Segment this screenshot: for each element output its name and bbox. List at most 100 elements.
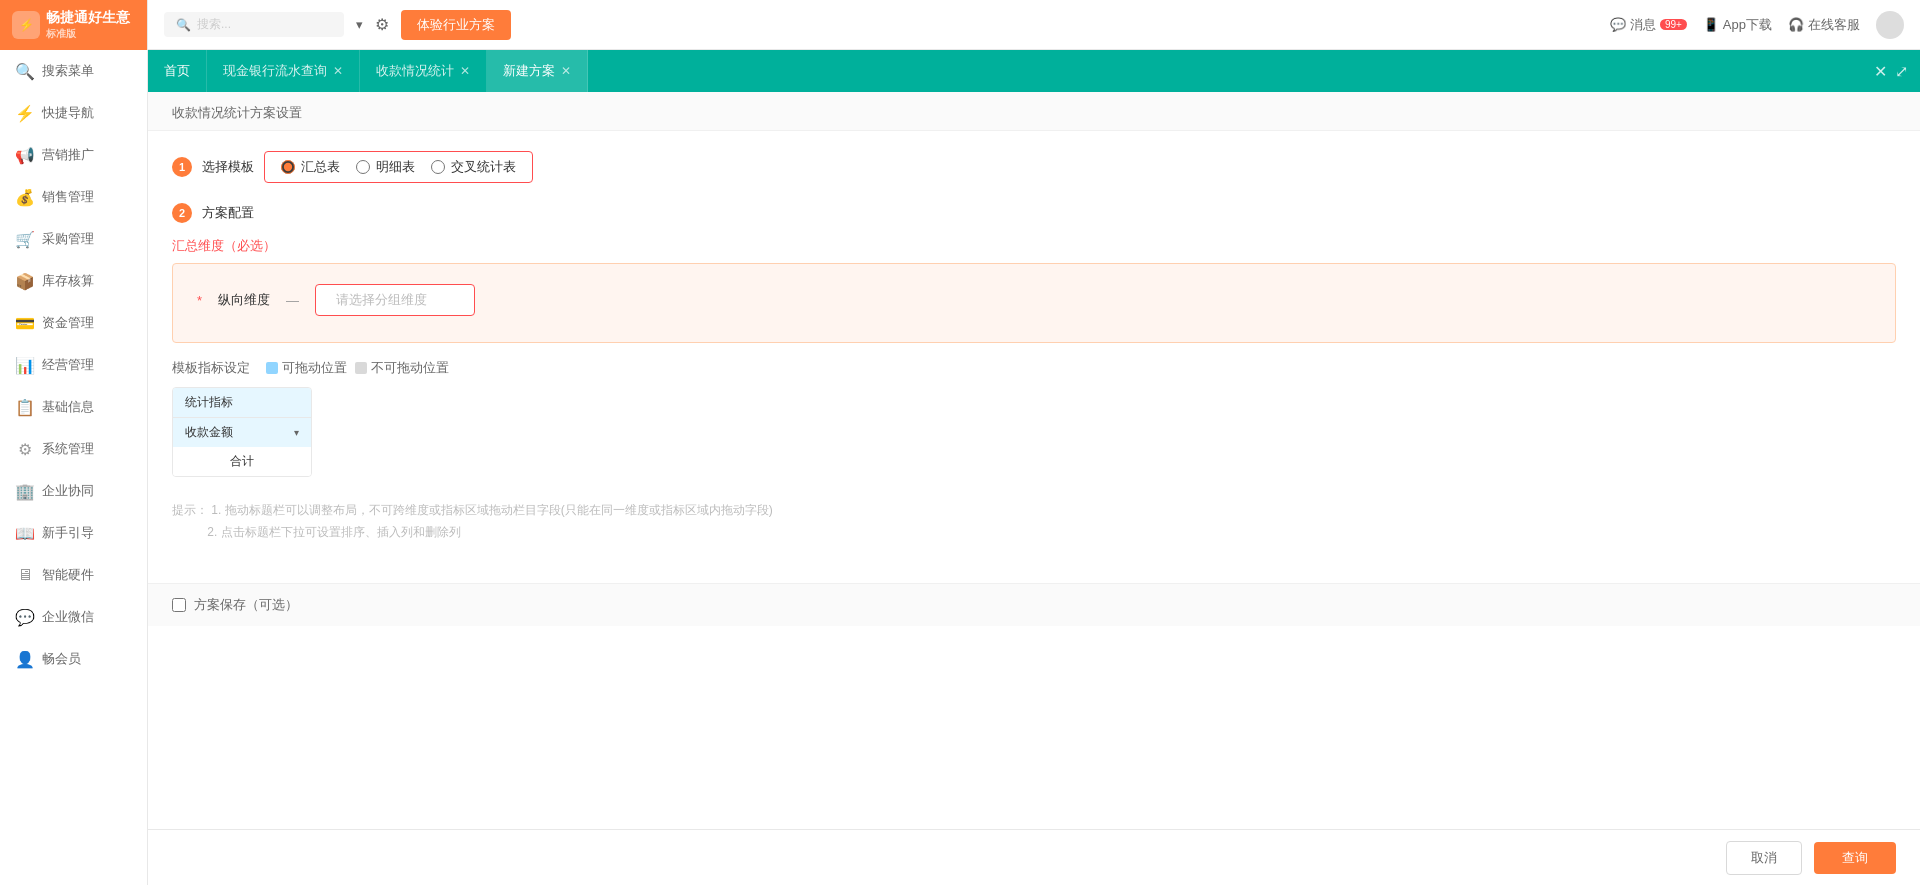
- user-avatar[interactable]: [1876, 11, 1904, 39]
- dimension-area: * 纵向维度 — 请选择分组维度: [172, 263, 1896, 343]
- sidebar-item-finance[interactable]: 💳 资金管理: [0, 302, 147, 344]
- radio-summary[interactable]: 汇总表: [281, 158, 340, 176]
- arrow-icon: —: [286, 293, 299, 308]
- fixed-badge-icon: [355, 362, 367, 374]
- tab-receipt-stats-close[interactable]: ✕: [460, 64, 470, 78]
- operation-icon: 📊: [16, 356, 34, 374]
- sidebar-item-search[interactable]: 🔍 搜索菜单: [0, 50, 147, 92]
- query-button[interactable]: 查询: [1814, 842, 1896, 874]
- breadcrumb: 收款情况统计方案设置: [148, 92, 1920, 131]
- message-btn[interactable]: 💬 消息 99+: [1610, 16, 1687, 34]
- topbar-search[interactable]: 🔍 搜索...: [164, 12, 344, 37]
- main-area: 🔍 搜索... ▾ ⚙ 体验行业方案 💬 消息 99+ 📱 App下载 🎧 在线…: [148, 0, 1920, 885]
- sidebar-item-label: 企业协同: [42, 482, 94, 500]
- guide-icon: 📖: [16, 524, 34, 542]
- cancel-button[interactable]: 取消: [1726, 841, 1802, 875]
- topbar: 🔍 搜索... ▾ ⚙ 体验行业方案 💬 消息 99+ 📱 App下载 🎧 在线…: [148, 0, 1920, 50]
- tab-home[interactable]: 首页: [148, 50, 207, 92]
- sidebar-item-quick-nav[interactable]: ⚡ 快捷导航: [0, 92, 147, 134]
- radio-detail[interactable]: 明细表: [356, 158, 415, 176]
- tab-new-plan-close[interactable]: ✕: [561, 64, 571, 78]
- radio-summary-input[interactable]: [281, 160, 295, 174]
- step2-section: 2 方案配置 汇总维度（必选） * 纵向维度 — 请选择分组维: [172, 203, 1896, 543]
- sidebar-item-label: 智能硬件: [42, 566, 94, 584]
- radio-detail-input[interactable]: [356, 160, 370, 174]
- radio-cross-input[interactable]: [431, 160, 445, 174]
- tab-new-plan[interactable]: 新建方案 ✕: [487, 50, 588, 92]
- tab-bank-flow[interactable]: 现金银行流水查询 ✕: [207, 50, 360, 92]
- save-checkbox[interactable]: [172, 598, 186, 612]
- indicator-row-total-label: 合计: [230, 454, 254, 468]
- breadcrumb-text: 收款情况统计方案设置: [172, 105, 302, 120]
- base-info-icon: 📋: [16, 398, 34, 416]
- tab-receipt-stats[interactable]: 收款情况统计 ✕: [360, 50, 487, 92]
- app-download-btn[interactable]: 📱 App下载: [1703, 16, 1772, 34]
- required-mark: *: [197, 293, 202, 308]
- fixed-legend: 不可拖动位置: [355, 359, 449, 377]
- step2-title: 方案配置: [202, 204, 254, 222]
- indicator-title: 模板指标设定: [172, 359, 250, 377]
- radio-cross[interactable]: 交叉统计表: [431, 158, 516, 176]
- system-icon: ⚙: [16, 440, 34, 458]
- indicator-row-amount[interactable]: 收款金额 ▾: [173, 418, 311, 447]
- dimension-section-title: 汇总维度（必选）: [172, 237, 1896, 255]
- vertical-dim-row: * 纵向维度 — 请选择分组维度: [197, 284, 1871, 316]
- download-icon: 📱: [1703, 17, 1719, 32]
- service-icon: 🎧: [1788, 17, 1804, 32]
- app-edition: 标准版: [46, 27, 130, 41]
- save-label: 方案保存（可选）: [194, 596, 298, 614]
- message-badge: 99+: [1660, 19, 1687, 30]
- sidebar: ⚡ 畅捷通好生意 标准版 🔍 搜索菜单 ⚡ 快捷导航 📢 营销推广 💰 销售管理…: [0, 0, 148, 885]
- tip-2-text: 2. 点击标题栏下拉可设置排序、插入列和删除列: [207, 525, 460, 539]
- sidebar-item-label: 畅会员: [42, 650, 81, 668]
- logo-icon: ⚡: [12, 11, 40, 39]
- sidebar-item-sales[interactable]: 💰 销售管理: [0, 176, 147, 218]
- sidebar-nav: 🔍 搜索菜单 ⚡ 快捷导航 📢 营销推广 💰 销售管理 🛒 采购管理 📦 库存核…: [0, 50, 147, 885]
- member-icon: 👤: [16, 650, 34, 668]
- weixin-icon: 💬: [16, 608, 34, 626]
- sidebar-item-purchase[interactable]: 🛒 采购管理: [0, 218, 147, 260]
- sidebar-item-operation[interactable]: 📊 经营管理: [0, 344, 147, 386]
- dimension-section: 汇总维度（必选） * 纵向维度 — 请选择分组维度: [172, 237, 1896, 343]
- tab-maximize-btn[interactable]: ⤢: [1895, 62, 1908, 81]
- sidebar-item-enterprise[interactable]: 🏢 企业协同: [0, 470, 147, 512]
- tab-minimize-btn[interactable]: ✕: [1874, 62, 1887, 81]
- radio-summary-label: 汇总表: [301, 158, 340, 176]
- tip-1: 提示： 1. 拖动标题栏可以调整布局，不可跨维度或指标区域拖动栏目字段(只能在同…: [172, 500, 1896, 522]
- step2-header: 2 方案配置: [172, 203, 1896, 223]
- sidebar-item-member[interactable]: 👤 畅会员: [0, 638, 147, 680]
- sidebar-item-guide[interactable]: 📖 新手引导: [0, 512, 147, 554]
- sidebar-item-label: 资金管理: [42, 314, 94, 332]
- indicator-row-label: 收款金额: [185, 424, 233, 441]
- hardware-icon: 🖥: [16, 566, 34, 584]
- search-text: 搜索...: [197, 16, 231, 33]
- sidebar-item-base-info[interactable]: 📋 基础信息: [0, 386, 147, 428]
- step1-title: 选择模板: [202, 158, 254, 176]
- search-icon: 🔍: [16, 62, 34, 80]
- marketing-icon: 📢: [16, 146, 34, 164]
- sidebar-item-label: 库存核算: [42, 272, 94, 290]
- sidebar-item-label: 系统管理: [42, 440, 94, 458]
- trial-btn[interactable]: 体验行业方案: [401, 10, 511, 40]
- sidebar-item-label: 经营管理: [42, 356, 94, 374]
- chevron-down-icon[interactable]: ▾: [294, 427, 299, 438]
- sidebar-item-weixin[interactable]: 💬 企业微信: [0, 596, 147, 638]
- tips-section: 提示： 1. 拖动标题栏可以调整布局，不可跨维度或指标区域拖动栏目字段(只能在同…: [172, 500, 1896, 543]
- movable-label: 可拖动位置: [282, 359, 347, 377]
- dim-select[interactable]: 请选择分组维度: [315, 284, 475, 316]
- sidebar-item-hardware[interactable]: 🖥 智能硬件: [0, 554, 147, 596]
- tab-bar: 首页 现金银行流水查询 ✕ 收款情况统计 ✕ 新建方案 ✕ ✕ ⤢: [148, 50, 1920, 92]
- step2-badge: 2: [172, 203, 192, 223]
- template-selection: 汇总表 明细表 交叉统计表: [264, 151, 533, 183]
- sidebar-logo: ⚡ 畅捷通好生意 标准版: [0, 0, 147, 50]
- step1-badge: 1: [172, 157, 192, 177]
- sidebar-item-system[interactable]: ⚙ 系统管理: [0, 428, 147, 470]
- settings-btn[interactable]: ⚙: [375, 15, 389, 34]
- inventory-icon: 📦: [16, 272, 34, 290]
- app-download-label: App下载: [1723, 16, 1772, 34]
- online-service-btn[interactable]: 🎧 在线客服: [1788, 16, 1860, 34]
- tab-bank-flow-close[interactable]: ✕: [333, 64, 343, 78]
- sidebar-item-marketing[interactable]: 📢 营销推广: [0, 134, 147, 176]
- sidebar-item-inventory[interactable]: 📦 库存核算: [0, 260, 147, 302]
- dropdown-btn[interactable]: ▾: [356, 17, 363, 32]
